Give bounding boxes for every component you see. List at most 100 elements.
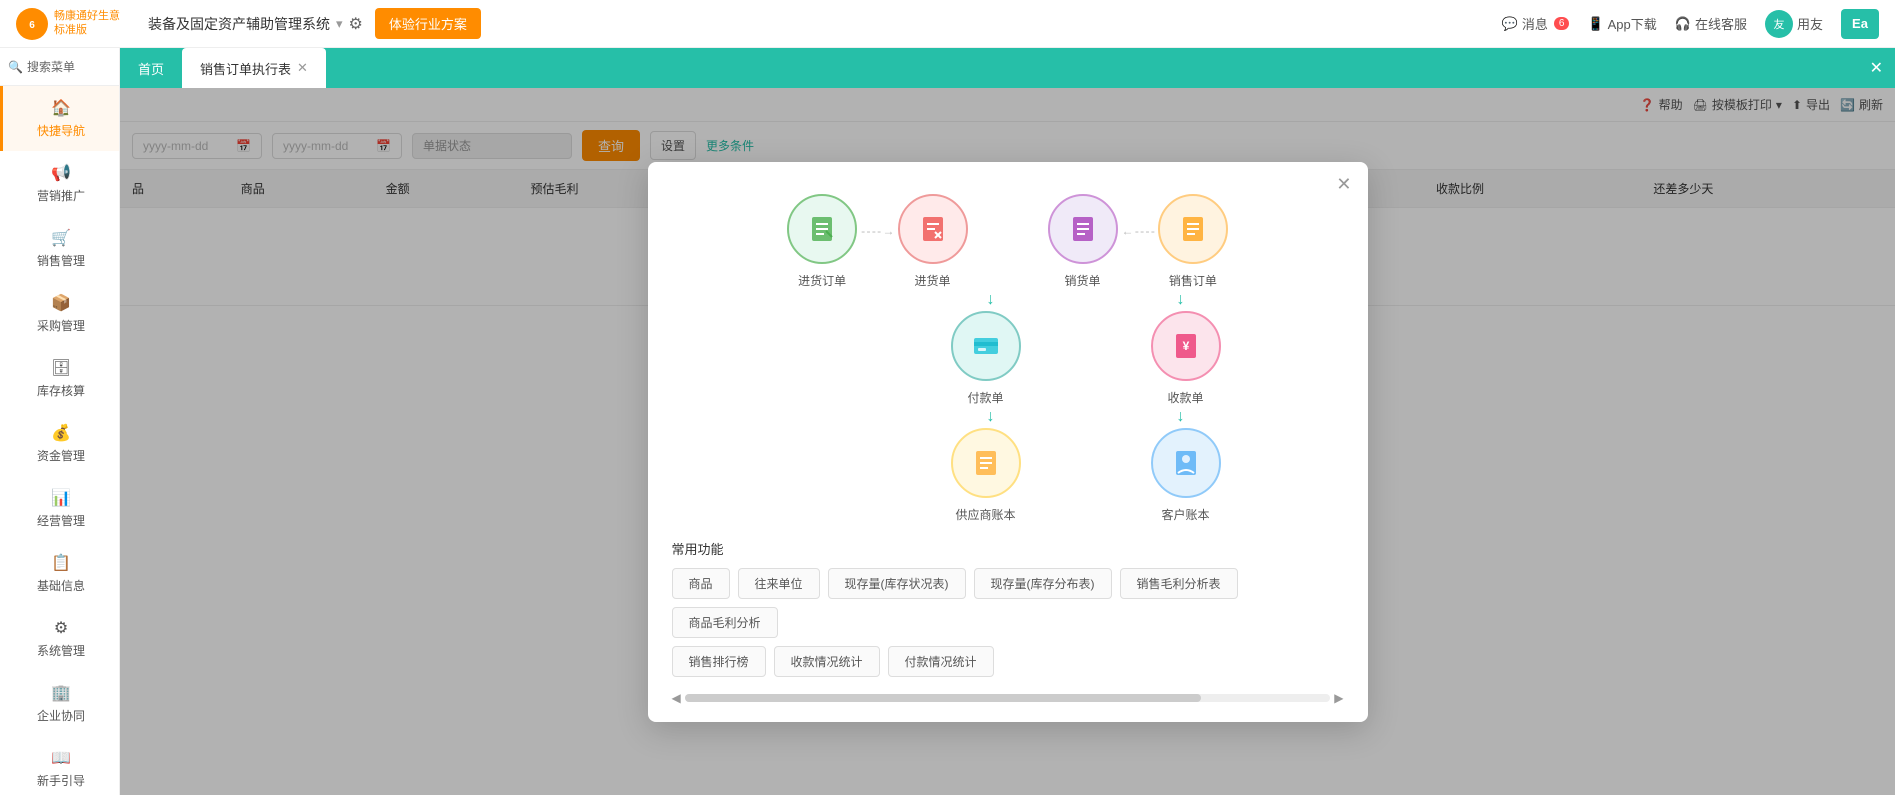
scroll-right-icon[interactable]: ▶ xyxy=(1334,691,1343,705)
top-right-area: 💬 消息 6 📱 App下载 🎧 在线客服 友 用友 Ea xyxy=(1502,9,1879,39)
down-arrow-receipt: ↓ xyxy=(1151,406,1211,428)
receipt-bill-circle: ¥ xyxy=(1151,311,1221,381)
flow-node-purchase-bill[interactable]: 进货单 xyxy=(898,194,968,289)
func-btn-product[interactable]: 商品 xyxy=(672,568,730,599)
popup-close-btn[interactable]: ✕ xyxy=(1336,174,1351,195)
func-btn-stock-status[interactable]: 现存量(库存状况表) xyxy=(828,568,966,599)
tab-bar-close-icon[interactable]: ✕ xyxy=(1870,58,1895,78)
app-container: 6 畅康通好生意 标准版 装备及固定资产辅助管理系统 ▾ ⚙ 体验行业方案 💬 … xyxy=(0,0,1895,795)
system-title-area: 装备及固定资产辅助管理系统 ▾ ⚙ xyxy=(148,14,363,34)
popup-overlay[interactable]: ✕ xyxy=(120,88,1895,795)
settings-icon[interactable]: ⚙ xyxy=(349,14,363,34)
flow-row-5: 供应商账本 xyxy=(672,428,1344,523)
operations-icon: 📊 xyxy=(51,488,71,508)
main-area: 🔍 搜索菜单 🏠 快捷导航 📢 营销推广 🛒 销售管理 📦 采购管理 🗄 xyxy=(0,48,1895,795)
popup-card: ✕ xyxy=(648,162,1368,722)
spacer-a xyxy=(891,289,961,311)
logo-area: 6 畅康通好生意 标准版 xyxy=(16,8,136,40)
sidebar: 🔍 搜索菜单 🏠 快捷导航 📢 营销推广 🛒 销售管理 📦 采购管理 🗄 xyxy=(0,48,120,795)
down-arrow-purchase: ↓ xyxy=(961,289,1021,311)
arrow-h-1: - - - - → xyxy=(857,224,897,238)
home-icon: 🏠 xyxy=(51,98,71,118)
flow-node-sales-bill[interactable]: 销货单 xyxy=(1048,194,1118,289)
sales-icon: 🛒 xyxy=(51,228,71,248)
func-btn-payment-stats[interactable]: 付款情况统计 xyxy=(888,646,994,677)
system-dropdown-icon[interactable]: ▾ xyxy=(336,16,343,32)
func-btn-stock-dist[interactable]: 现存量(库存分布表) xyxy=(974,568,1112,599)
spacer-f xyxy=(1021,406,1151,428)
finance-icon: 💰 xyxy=(51,423,71,443)
svg-text:¥: ¥ xyxy=(1182,339,1189,353)
sidebar-item-purchase[interactable]: 📦 采购管理 xyxy=(0,281,119,346)
flow-node-purchase-order[interactable]: 进货订单 xyxy=(787,194,857,289)
sidebar-item-sales[interactable]: 🛒 销售管理 xyxy=(0,216,119,281)
flow-node-customer-account[interactable]: 客户账本 xyxy=(1151,428,1221,523)
app-download-item[interactable]: 📱 App下载 xyxy=(1587,14,1656,33)
flow-node-sales-order[interactable]: 销售订单 xyxy=(1158,194,1228,289)
flow-row-3: 付款单 ¥ xyxy=(672,311,1344,406)
logo-icon: 6 xyxy=(16,8,48,40)
user-item[interactable]: 友 用友 xyxy=(1765,10,1823,38)
message-item[interactable]: 💬 消息 6 xyxy=(1502,14,1570,33)
spacer-b xyxy=(1021,289,1151,311)
scroll-left-icon[interactable]: ◀ xyxy=(672,691,681,705)
scroll-track xyxy=(685,694,1331,702)
flow-node-receipt-bill[interactable]: ¥ 收款单 xyxy=(1151,311,1221,406)
sidebar-item-enterprise[interactable]: 🏢 企业协同 xyxy=(0,671,119,736)
down-arrow-payment: ↓ xyxy=(961,406,1021,428)
function-buttons-row2: 销售排行榜 收款情况统计 付款情况统计 xyxy=(672,646,1344,677)
headset-icon: 🎧 xyxy=(1675,16,1691,32)
func-btn-sales-rank[interactable]: 销售排行榜 xyxy=(672,646,766,677)
sidebar-search[interactable]: 🔍 搜索菜单 xyxy=(0,48,119,86)
sidebar-item-quick-nav[interactable]: 🏠 快捷导航 xyxy=(0,86,119,151)
basic-info-icon: 📋 xyxy=(51,553,71,573)
tab-sales-order-exec[interactable]: 销售订单执行表 ✕ xyxy=(182,48,326,88)
func-btn-sales-margin[interactable]: 销售毛利分析表 xyxy=(1120,568,1238,599)
popup-scrollbar[interactable]: ◀ ▶ xyxy=(672,685,1344,705)
svg-text:6: 6 xyxy=(29,20,35,31)
sidebar-item-marketing[interactable]: 📢 营销推广 xyxy=(0,151,119,216)
purchase-order-circle xyxy=(787,194,857,264)
purchase-icon: 📦 xyxy=(51,293,71,313)
supplier-account-circle xyxy=(951,428,1021,498)
flow-row-1: 进货订单 - - - - → xyxy=(672,194,1344,289)
phone-icon: 📱 xyxy=(1587,16,1603,32)
func-btn-partner[interactable]: 往来单位 xyxy=(738,568,820,599)
func-btn-product-margin[interactable]: 商品毛利分析 xyxy=(672,607,778,638)
tab-close-icon[interactable]: ✕ xyxy=(297,60,308,76)
content-area: 首页 销售订单执行表 ✕ ✕ ❓ 帮助 xyxy=(120,48,1895,795)
avatar: 友 xyxy=(1765,10,1793,38)
sidebar-item-finance[interactable]: 💰 资金管理 xyxy=(0,411,119,476)
sidebar-item-inventory[interactable]: 🗄 库存核算 xyxy=(0,346,119,411)
top-bar: 6 畅康通好生意 标准版 装备及固定资产辅助管理系统 ▾ ⚙ 体验行业方案 💬 … xyxy=(0,0,1895,48)
sales-order-circle xyxy=(1158,194,1228,264)
trial-button[interactable]: 体验行业方案 xyxy=(375,8,481,39)
sidebar-item-beginner[interactable]: 📖 新手引导 xyxy=(0,736,119,795)
payment-bill-circle xyxy=(951,311,1021,381)
beginner-icon: 📖 xyxy=(51,748,71,768)
inventory-icon: 🗄 xyxy=(51,358,71,378)
ea-avatar: Ea xyxy=(1841,9,1879,39)
tab-home[interactable]: 首页 xyxy=(120,48,182,88)
spacer-e xyxy=(891,406,961,428)
search-icon: 🔍 xyxy=(8,60,23,74)
flow-arrows-row4: ↓ ↓ xyxy=(672,406,1344,428)
purchase-bill-circle xyxy=(898,194,968,264)
flow-node-payment-bill[interactable]: 付款单 xyxy=(951,311,1021,406)
enterprise-icon: 🏢 xyxy=(51,683,71,703)
common-functions-title: 常用功能 xyxy=(672,539,1344,558)
sidebar-item-basic-info[interactable]: 📋 基础信息 xyxy=(0,541,119,606)
customer-account-circle xyxy=(1151,428,1221,498)
flow-node-supplier-account[interactable]: 供应商账本 xyxy=(951,428,1021,523)
system-icon: ⚙ xyxy=(54,618,68,638)
sidebar-item-system[interactable]: ⚙ 系统管理 xyxy=(0,606,119,671)
func-btn-receipt-stats[interactable]: 收款情况统计 xyxy=(774,646,880,677)
logo-text: 畅康通好生意 标准版 xyxy=(54,10,120,36)
message-badge: 6 xyxy=(1554,17,1570,30)
online-service-item[interactable]: 🎧 在线客服 xyxy=(1675,14,1747,33)
sales-bill-circle xyxy=(1048,194,1118,264)
flow-arrows-row2: ↓ ↓ xyxy=(672,289,1344,311)
tab-bar: 首页 销售订单执行表 ✕ ✕ xyxy=(120,48,1895,88)
sidebar-item-operations[interactable]: 📊 经营管理 xyxy=(0,476,119,541)
function-buttons: 商品 往来单位 现存量(库存状况表) 现存量(库存分布表) 销售毛利分析表 商品… xyxy=(672,568,1344,638)
